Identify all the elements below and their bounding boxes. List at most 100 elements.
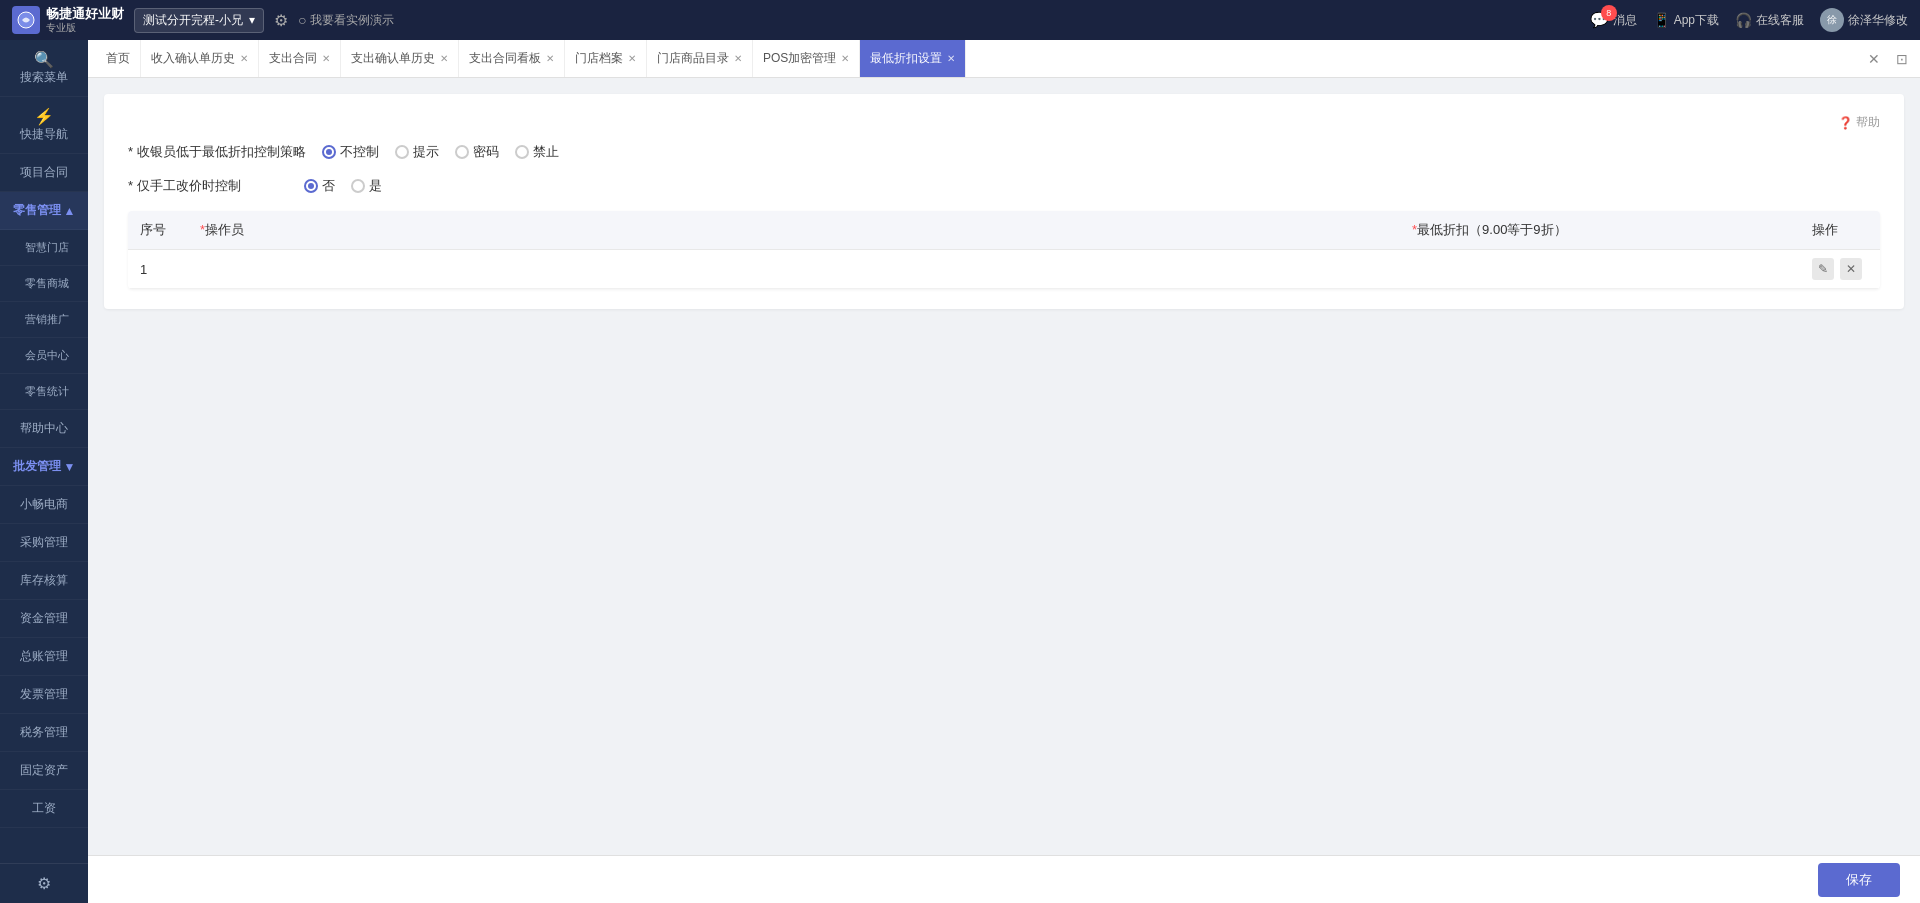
strategy-forbid[interactable]: 禁止 xyxy=(515,143,559,161)
strategy-form-row: * 收银员低于最低折扣控制策略 不控制 提示 xyxy=(128,143,1880,161)
sidebar-item-invoice[interactable]: 发票管理 xyxy=(0,676,88,714)
demo-link[interactable]: 我要看实例演示 xyxy=(298,12,394,29)
sidebar-item-payroll[interactable]: 工资 xyxy=(0,790,88,828)
manual-radio-group: 否 是 xyxy=(304,177,382,195)
sidebar-item-purchase[interactable]: 采购管理 xyxy=(0,524,88,562)
tab-store-goods[interactable]: 门店商品目录 ✕ xyxy=(647,40,753,78)
help-icon: ❓ xyxy=(1838,116,1853,130)
strategy-radio-group: 不控制 提示 密码 禁止 xyxy=(322,143,559,161)
sidebar-item-shortcut[interactable]: ⚡ 快捷导航 xyxy=(0,97,88,154)
header-right: 💬 8 消息 📱 App下载 🎧 在线客服 徐 徐泽华修改 xyxy=(1590,8,1908,32)
phone-icon: 📱 xyxy=(1653,12,1670,28)
close-tab-btn[interactable]: ✕ xyxy=(1864,49,1884,69)
sidebar-settings-btn[interactable]: ⚙ xyxy=(0,863,88,903)
manual-yes[interactable]: 是 xyxy=(351,177,382,195)
sidebar-item-member[interactable]: 会员中心 xyxy=(0,338,88,374)
close-tab-payment-board[interactable]: ✕ xyxy=(546,53,554,64)
cell-discount-1 xyxy=(1400,250,1800,289)
expand-tab-btn[interactable]: ⊡ xyxy=(1892,49,1912,69)
col-seq: 序号 xyxy=(128,211,188,250)
message-action[interactable]: 💬 8 消息 xyxy=(1590,11,1637,29)
sidebar-item-marketing[interactable]: 营销推广 xyxy=(0,302,88,338)
sidebar-item-retail[interactable]: 零售管理 ▲ xyxy=(0,192,88,230)
row-actions: ✎ ✕ xyxy=(1812,258,1868,280)
user-profile[interactable]: 徐 徐泽华修改 xyxy=(1820,8,1908,32)
sidebar-item-ledger[interactable]: 总账管理 xyxy=(0,638,88,676)
sidebar-item-wholesale[interactable]: 批发管理 ▼ xyxy=(0,448,88,486)
tab-payment-board[interactable]: 支出合同看板 ✕ xyxy=(459,40,565,78)
close-tab-store-goods[interactable]: ✕ xyxy=(734,53,742,64)
col-actions: 操作 xyxy=(1800,211,1880,250)
cell-seq-1: 1 xyxy=(128,250,188,289)
cell-actions-1: ✎ ✕ xyxy=(1800,250,1880,289)
logo-area: 畅捷通好业财 专业版 xyxy=(12,6,124,34)
sidebar: 🔍 搜索菜单 ⚡ 快捷导航 项目合同 零售管理 ▲ 智慧门店 零售商城 营销推广… xyxy=(0,40,88,903)
tab-home[interactable]: 首页 xyxy=(96,40,141,78)
sidebar-item-search[interactable]: 🔍 搜索菜单 xyxy=(0,40,88,97)
sidebar-item-help[interactable]: 帮助中心 xyxy=(0,410,88,448)
dropdown-arrow-icon: ▾ xyxy=(249,13,255,27)
strategy-label: * 收银员低于最低折扣控制策略 xyxy=(128,143,306,161)
avatar: 徐 xyxy=(1820,8,1844,32)
discount-table-container: 序号 *操作员 *最低折扣（9.00等于9折） 操作 xyxy=(128,211,1880,289)
help-link[interactable]: ❓ 帮助 xyxy=(1838,114,1880,131)
radio-circle-yes xyxy=(351,179,365,193)
cell-operator-1 xyxy=(188,250,1400,289)
header-left: 畅捷通好业财 专业版 测试分开完程-小兄 ▾ ⚙ 我要看实例演示 xyxy=(12,6,394,34)
col-operator: *操作员 xyxy=(188,211,1400,250)
tab-income-history[interactable]: 收入确认单历史 ✕ xyxy=(141,40,259,78)
table-header-row: 序号 *操作员 *最低折扣（9.00等于9折） 操作 xyxy=(128,211,1880,250)
close-tab-income-history[interactable]: ✕ xyxy=(240,53,248,64)
online-service-action[interactable]: 🎧 在线客服 xyxy=(1735,12,1804,29)
sidebar-item-tax[interactable]: 税务管理 xyxy=(0,714,88,752)
edit-row-btn[interactable]: ✎ xyxy=(1812,258,1834,280)
tab-pos-password[interactable]: POS加密管理 ✕ xyxy=(753,40,860,78)
top-header: 畅捷通好业财 专业版 测试分开完程-小兄 ▾ ⚙ 我要看实例演示 💬 8 消息 … xyxy=(0,0,1920,40)
radio-circle-forbid xyxy=(515,145,529,159)
app-logo-icon xyxy=(12,6,40,34)
main-layout: 🔍 搜索菜单 ⚡ 快捷导航 项目合同 零售管理 ▲ 智慧门店 零售商城 营销推广… xyxy=(0,40,1920,903)
tab-payment-confirm-history[interactable]: 支出确认单历史 ✕ xyxy=(341,40,459,78)
manual-form-row: * 仅手工改价时控制 否 是 xyxy=(128,177,1880,195)
message-badge-icon: 💬 8 xyxy=(1590,11,1609,29)
app-download-action[interactable]: 📱 App下载 xyxy=(1653,12,1719,29)
sidebar-item-retail-mall[interactable]: 零售商城 xyxy=(0,266,88,302)
radio-circle-password xyxy=(455,145,469,159)
manual-label: * 仅手工改价时控制 xyxy=(128,177,288,195)
close-tab-store-file[interactable]: ✕ xyxy=(628,53,636,64)
strategy-password[interactable]: 密码 xyxy=(455,143,499,161)
strategy-remind[interactable]: 提示 xyxy=(395,143,439,161)
delete-row-btn[interactable]: ✕ xyxy=(1840,258,1862,280)
content-area: 首页 收入确认单历史 ✕ 支出合同 ✕ 支出确认单历史 ✕ 支出合同看板 ✕ 门… xyxy=(88,40,1920,903)
close-tab-min-discount[interactable]: ✕ xyxy=(947,53,955,64)
chevron-down-icon: ▼ xyxy=(64,460,76,474)
sidebar-item-fund[interactable]: 资金管理 xyxy=(0,600,88,638)
tab-bar: 首页 收入确认单历史 ✕ 支出合同 ✕ 支出确认单历史 ✕ 支出合同看板 ✕ 门… xyxy=(88,40,1920,78)
chevron-up-icon: ▲ xyxy=(64,204,76,218)
strategy-no-control[interactable]: 不控制 xyxy=(322,143,379,161)
tab-min-discount[interactable]: 最低折扣设置 ✕ xyxy=(860,40,966,78)
headset-icon: 🎧 xyxy=(1735,12,1752,28)
project-selector[interactable]: 测试分开完程-小兄 ▾ xyxy=(134,8,264,33)
sidebar-item-fixed-asset[interactable]: 固定资产 xyxy=(0,752,88,790)
settings-icon-btn[interactable]: ⚙ xyxy=(274,11,288,30)
close-tab-pos-password[interactable]: ✕ xyxy=(841,53,849,64)
table-row: 1 ✎ xyxy=(128,250,1880,289)
close-tab-payment-confirm-history[interactable]: ✕ xyxy=(440,53,448,64)
logo-text: 畅捷通好业财 专业版 xyxy=(46,6,124,34)
sidebar-item-smart-store[interactable]: 智慧门店 xyxy=(0,230,88,266)
tab-store-file[interactable]: 门店档案 ✕ xyxy=(565,40,647,78)
tab-payment-contract[interactable]: 支出合同 ✕ xyxy=(259,40,341,78)
save-button[interactable]: 保存 xyxy=(1818,863,1900,897)
sidebar-item-project[interactable]: 项目合同 xyxy=(0,154,88,192)
col-discount: *最低折扣（9.00等于9折） xyxy=(1400,211,1800,250)
sidebar-item-inventory[interactable]: 库存核算 xyxy=(0,562,88,600)
sidebar-item-retail-stat[interactable]: 零售统计 xyxy=(0,374,88,410)
sidebar-item-ecommerce[interactable]: 小畅电商 xyxy=(0,486,88,524)
close-tab-payment-contract[interactable]: ✕ xyxy=(322,53,330,64)
page-content: ❓ 帮助 * 收银员低于最低折扣控制策略 不控制 xyxy=(88,78,1920,855)
manual-no[interactable]: 否 xyxy=(304,177,335,195)
tab-bar-end: ✕ ⊡ xyxy=(1856,49,1912,69)
gear-icon: ⚙ xyxy=(37,875,51,892)
radio-circle-no xyxy=(304,179,318,193)
